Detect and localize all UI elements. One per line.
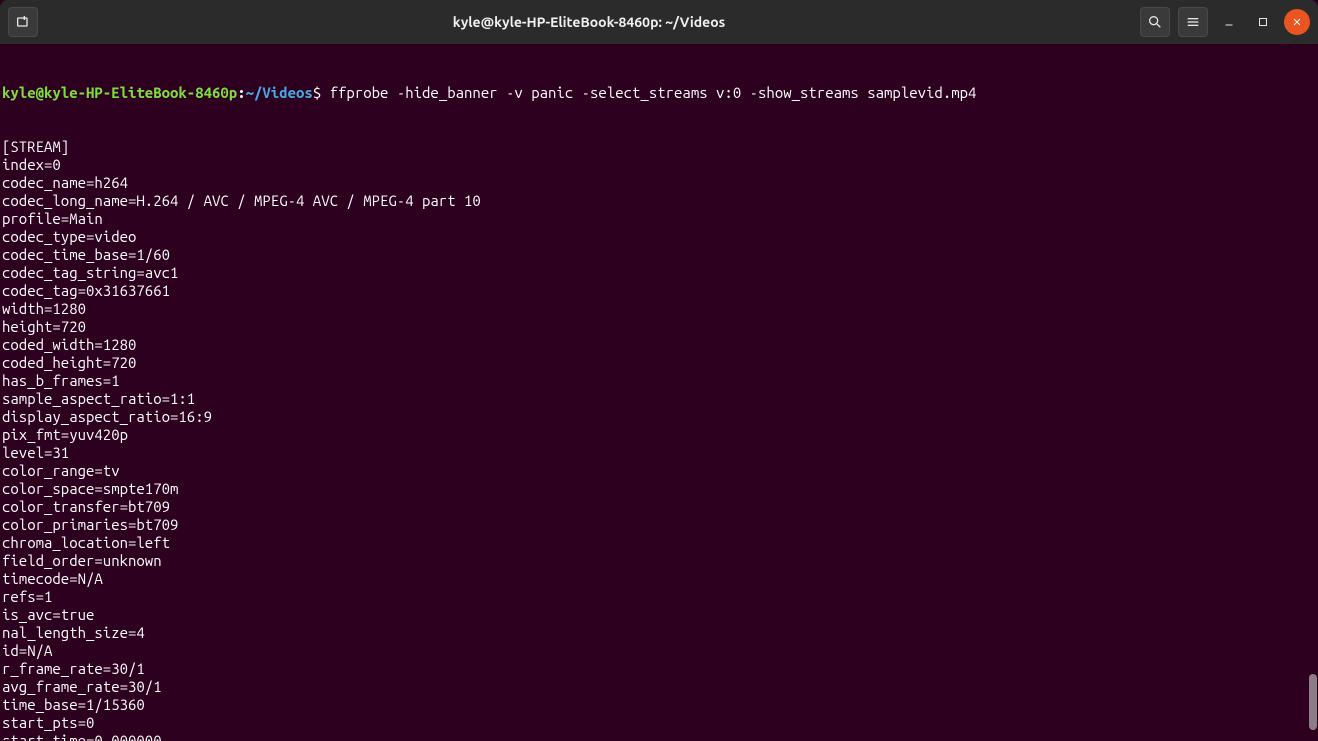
terminal-output-area[interactable]: kyle@kyle-HP-EliteBook-8460p:~/Videos$ f… <box>0 44 1318 741</box>
maximize-button[interactable] <box>1250 9 1276 35</box>
output-line: has_b_frames=1 <box>2 372 1316 390</box>
output-line: codec_type=video <box>2 228 1316 246</box>
output-line: refs=1 <box>2 588 1316 606</box>
output-line: is_avc=true <box>2 606 1316 624</box>
output-line: coded_width=1280 <box>2 336 1316 354</box>
output-line: color_primaries=bt709 <box>2 516 1316 534</box>
output-line: codec_tag_string=avc1 <box>2 264 1316 282</box>
output-line: width=1280 <box>2 300 1316 318</box>
output-line: level=31 <box>2 444 1316 462</box>
output-line: r_frame_rate=30/1 <box>2 660 1316 678</box>
output-line: color_transfer=bt709 <box>2 498 1316 516</box>
output-line: field_order=unknown <box>2 552 1316 570</box>
output-line: codec_long_name=H.264 / AVC / MPEG-4 AVC… <box>2 192 1316 210</box>
output-line: coded_height=720 <box>2 354 1316 372</box>
output-line: color_space=smpte170m <box>2 480 1316 498</box>
output-line: codec_tag=0x31637661 <box>2 282 1316 300</box>
output-line: profile=Main <box>2 210 1316 228</box>
output-line: height=720 <box>2 318 1316 336</box>
output-line: index=0 <box>2 156 1316 174</box>
scrollbar-track[interactable] <box>1308 44 1318 741</box>
output-line: pix_fmt=yuv420p <box>2 426 1316 444</box>
prompt-dollar: $ <box>313 84 321 101</box>
window-title: kyle@kyle-HP-EliteBook-8460p: ~/Videos <box>453 14 725 30</box>
output-line: display_aspect_ratio=16:9 <box>2 408 1316 426</box>
output-line: avg_frame_rate=30/1 <box>2 678 1316 696</box>
terminal-window: kyle@kyle-HP-EliteBook-8460p: ~/Videos k… <box>0 0 1318 741</box>
output-line: id=N/A <box>2 642 1316 660</box>
prompt-separator: : <box>237 84 245 101</box>
prompt-path: ~/Videos <box>246 84 313 101</box>
scrollbar-thumb[interactable] <box>1309 674 1317 730</box>
output-line: nal_length_size=4 <box>2 624 1316 642</box>
prompt-line: kyle@kyle-HP-EliteBook-8460p:~/Videos$ f… <box>2 84 1316 102</box>
close-button[interactable] <box>1284 9 1310 35</box>
search-button[interactable] <box>1140 7 1170 37</box>
menu-button[interactable] <box>1178 7 1208 37</box>
output-line: start_pts=0 <box>2 714 1316 732</box>
output-line: start_time=0.000000 <box>2 732 1316 741</box>
prompt-command: ffprobe -hide_banner -v panic -select_st… <box>321 84 976 101</box>
minimize-button[interactable] <box>1216 9 1242 35</box>
output-line: [STREAM] <box>2 138 1316 156</box>
output-line: timecode=N/A <box>2 570 1316 588</box>
output-line: time_base=1/15360 <box>2 696 1316 714</box>
window-titlebar: kyle@kyle-HP-EliteBook-8460p: ~/Videos <box>0 0 1318 44</box>
prompt-user-host: kyle@kyle-HP-EliteBook-8460p <box>2 84 237 101</box>
output-line: chroma_location=left <box>2 534 1316 552</box>
output-line: color_range=tv <box>2 462 1316 480</box>
new-tab-button[interactable] <box>8 7 38 37</box>
output-line: sample_aspect_ratio=1:1 <box>2 390 1316 408</box>
output-line: codec_name=h264 <box>2 174 1316 192</box>
output-container: [STREAM]index=0codec_name=h264codec_long… <box>2 138 1316 741</box>
output-line: codec_time_base=1/60 <box>2 246 1316 264</box>
